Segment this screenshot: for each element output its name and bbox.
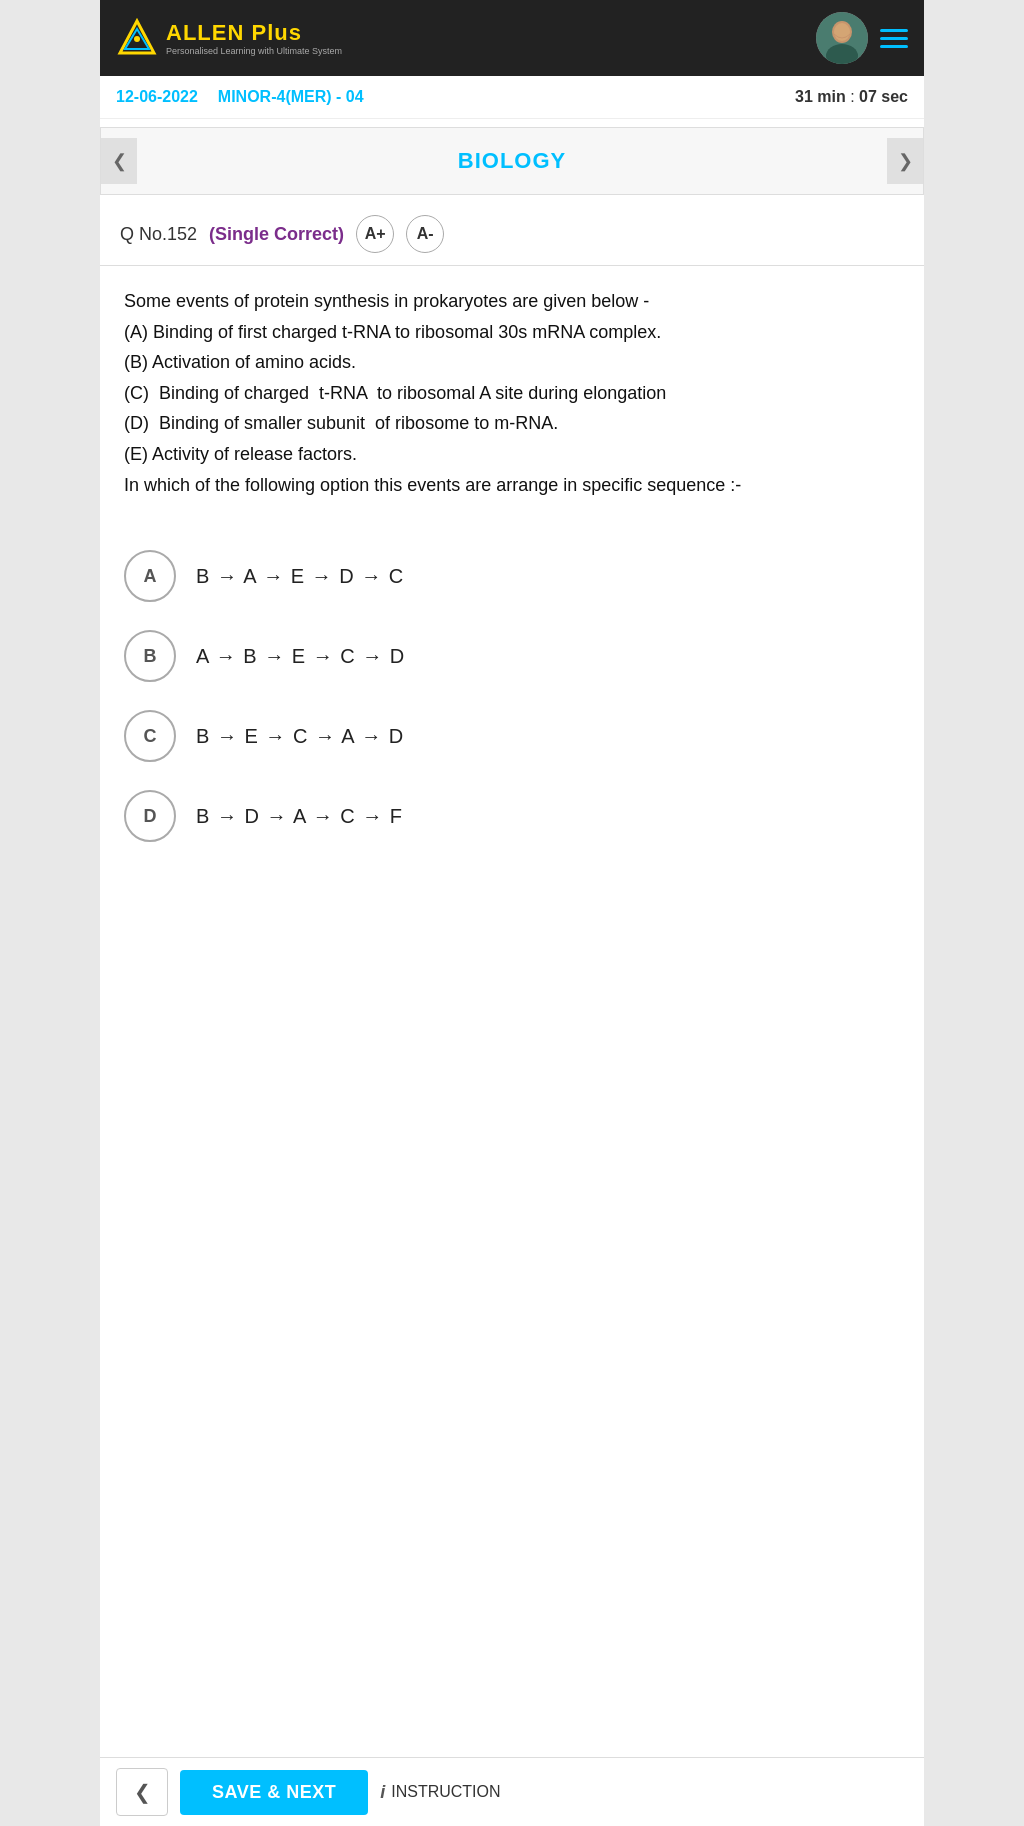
option-row-c[interactable]: C B → E → C → A → D bbox=[124, 710, 900, 762]
option-text-c: B → E → C → A → D bbox=[196, 725, 404, 748]
header: ALLEN Plus Personalised Learning with Ul… bbox=[100, 0, 924, 76]
avatar bbox=[816, 12, 868, 64]
timer-minutes: 31 bbox=[795, 88, 813, 105]
logo-name: ALLEN Plus bbox=[166, 20, 342, 46]
option-text-d: B → D → A → C → F bbox=[196, 805, 403, 828]
question-body: Some events of protein synthesis in prok… bbox=[100, 266, 924, 540]
option-row-b[interactable]: B A → B → E → C → D bbox=[124, 630, 900, 682]
instruction-icon: i bbox=[380, 1782, 385, 1803]
app-container: ALLEN Plus Personalised Learning with Ul… bbox=[100, 0, 924, 1826]
sub-header-left: 12-06-2022 MINOR-4(MER) - 04 bbox=[116, 88, 364, 106]
timer-sec-label: sec bbox=[881, 88, 908, 105]
prev-subject-button[interactable]: ❮ bbox=[101, 138, 137, 184]
svg-point-2 bbox=[134, 36, 140, 42]
option-text-a: B → A → E → D → C bbox=[196, 565, 404, 588]
question-header: Q No.152 (Single Correct) A+ A- bbox=[100, 203, 924, 266]
logo-tagline: Personalised Learning with Ultimate Syst… bbox=[166, 46, 342, 56]
question-number: Q No.152 bbox=[120, 224, 197, 245]
subject-title: BIOLOGY bbox=[137, 148, 887, 174]
bottom-bar: ❮ SAVE & NEXT i INSTRUCTION bbox=[100, 1757, 924, 1826]
back-button[interactable]: ❮ bbox=[116, 1768, 168, 1816]
timer-min-label: min bbox=[817, 88, 845, 105]
timer-seconds: 07 bbox=[859, 88, 877, 105]
timer: 31 min : 07 sec bbox=[795, 88, 908, 106]
next-subject-button[interactable]: ❯ bbox=[887, 138, 923, 184]
font-decrease-button[interactable]: A- bbox=[406, 215, 444, 253]
allen-word: ALLEN bbox=[166, 20, 244, 45]
option-circle-b[interactable]: B bbox=[124, 630, 176, 682]
date-label: 12-06-2022 bbox=[116, 88, 198, 106]
logo-text: ALLEN Plus Personalised Learning with Ul… bbox=[166, 20, 342, 56]
options-container: A B → A → E → D → C B A → B → E → C → D … bbox=[100, 540, 924, 942]
header-right bbox=[816, 12, 908, 64]
subject-bar: ❮ BIOLOGY ❯ bbox=[100, 127, 924, 195]
instruction-button[interactable]: i INSTRUCTION bbox=[380, 1782, 500, 1803]
allen-logo-icon bbox=[116, 17, 158, 59]
option-row-d[interactable]: D B → D → A → C → F bbox=[124, 790, 900, 842]
hamburger-menu-icon[interactable] bbox=[880, 29, 908, 48]
instruction-label: INSTRUCTION bbox=[391, 1783, 500, 1801]
question-text: Some events of protein synthesis in prok… bbox=[124, 286, 900, 500]
logo-area: ALLEN Plus Personalised Learning with Ul… bbox=[116, 17, 342, 59]
option-text-b: A → B → E → C → D bbox=[196, 645, 405, 668]
option-circle-c[interactable]: C bbox=[124, 710, 176, 762]
font-increase-button[interactable]: A+ bbox=[356, 215, 394, 253]
exam-label: MINOR-4(MER) - 04 bbox=[218, 88, 364, 106]
plus-word: Plus bbox=[251, 20, 301, 45]
option-row-a[interactable]: A B → A → E → D → C bbox=[124, 550, 900, 602]
option-circle-d[interactable]: D bbox=[124, 790, 176, 842]
option-circle-a[interactable]: A bbox=[124, 550, 176, 602]
sub-header: 12-06-2022 MINOR-4(MER) - 04 31 min : 07… bbox=[100, 76, 924, 119]
question-type: (Single Correct) bbox=[209, 224, 344, 245]
save-next-button[interactable]: SAVE & NEXT bbox=[180, 1770, 368, 1815]
